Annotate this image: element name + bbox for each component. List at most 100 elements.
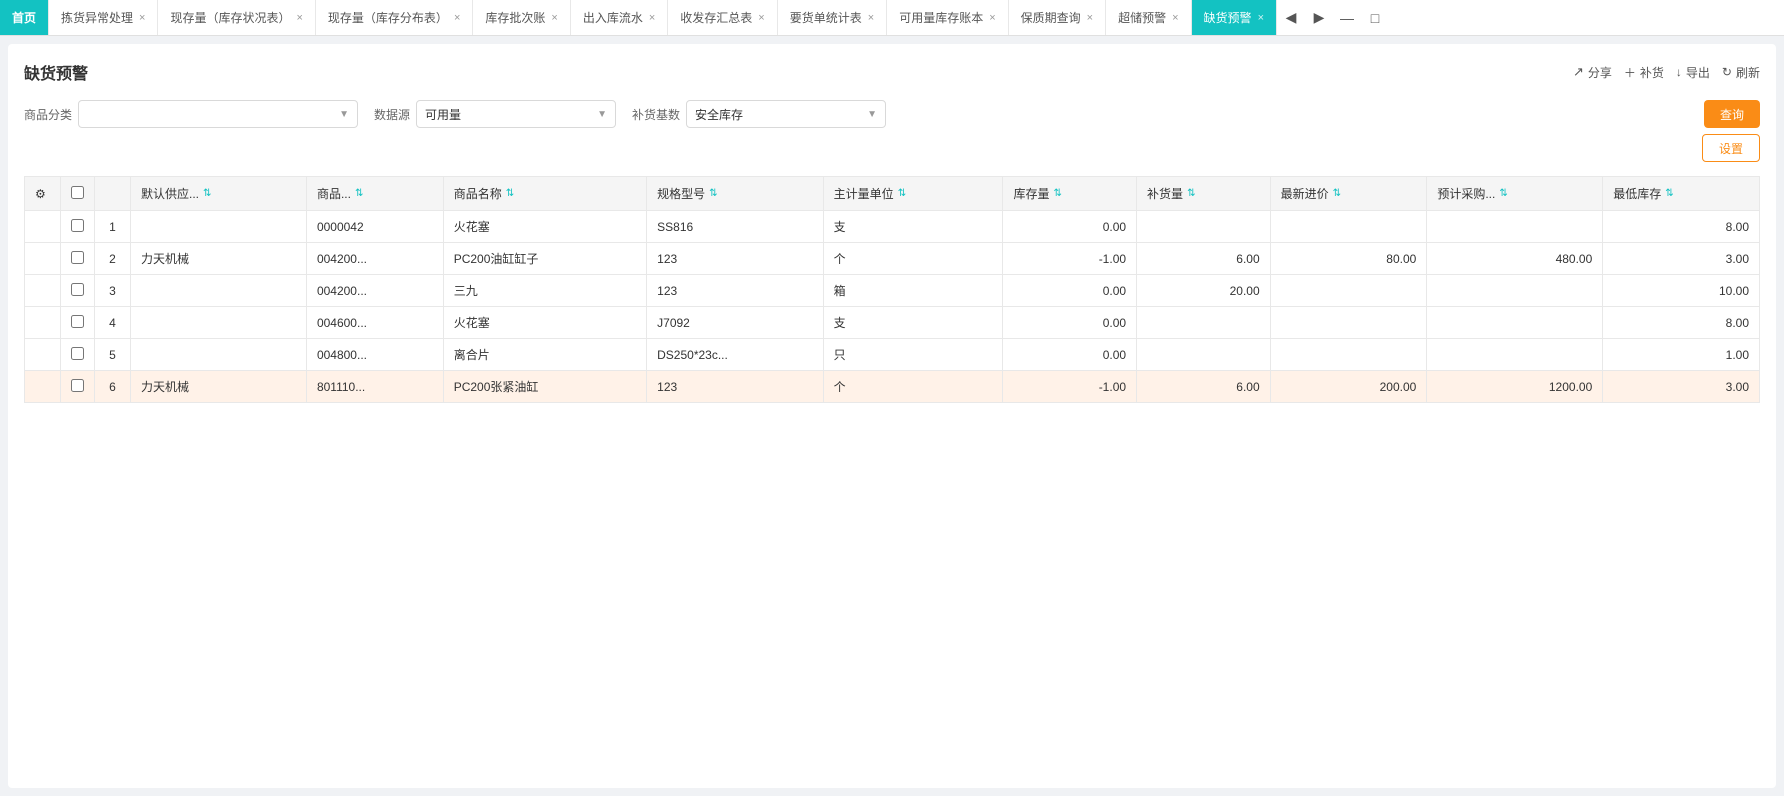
tab-inout-flow-label: 出入库流水: [583, 9, 643, 26]
th-unit-sort: ⇅: [898, 188, 906, 199]
tab-demand-stats[interactable]: 要货单统计表 ×: [778, 0, 887, 36]
row-checkbox-0[interactable]: [61, 211, 95, 243]
replenish-label: 补货: [1640, 64, 1664, 81]
row-checkbox-input-0[interactable]: [71, 219, 84, 232]
th-gear[interactable]: ⚙: [25, 177, 61, 211]
tab-home[interactable]: 首页: [0, 0, 49, 36]
filter-area: 商品分类 ▼ 数据源 可用量 ▼ 补货基数 安全库存 ▼ 查询 设置: [24, 100, 1760, 162]
row-stock-1: -1.00: [1003, 243, 1137, 275]
row-checkbox-input-3[interactable]: [71, 315, 84, 328]
table-header: ⚙ 默认供应... ⇅ 商品...: [25, 177, 1760, 211]
table-wrapper: ⚙ 默认供应... ⇅ 商品...: [24, 176, 1760, 403]
tab-available-ledger-close[interactable]: ×: [989, 12, 995, 24]
th-latest-price[interactable]: 最新进价 ⇅: [1270, 177, 1427, 211]
row-checkbox-2[interactable]: [61, 275, 95, 307]
row-checkbox-input-4[interactable]: [71, 347, 84, 360]
table-body: 1 0000042 火花塞 SS816 支 0.00 8.00 2 力天机械 0…: [25, 211, 1760, 403]
th-row-num: [95, 177, 131, 211]
tab-expiry-query[interactable]: 保质期查询 ×: [1009, 0, 1106, 36]
tab-inventory-status-close[interactable]: ×: [296, 12, 302, 24]
th-spec-label: 规格型号: [657, 185, 705, 202]
settings-button[interactable]: 设置: [1702, 134, 1760, 162]
row-spec-0: SS816: [647, 211, 824, 243]
tab-exception[interactable]: 拣货异常处理 ×: [49, 0, 158, 36]
row-gear-1: [25, 243, 61, 275]
tab-collect-summary[interactable]: 收发存汇总表 ×: [668, 0, 777, 36]
th-checkbox[interactable]: [61, 177, 95, 211]
row-latest-price-5: 200.00: [1270, 371, 1427, 403]
category-select[interactable]: ▼: [78, 100, 358, 128]
row-checkbox-input-1[interactable]: [71, 251, 84, 264]
row-checkbox-4[interactable]: [61, 339, 95, 371]
data-table: ⚙ 默认供应... ⇅ 商品...: [24, 176, 1760, 403]
tab-inventory-dist[interactable]: 现存量（库存分布表） ×: [316, 0, 473, 36]
data-source-select[interactable]: 可用量 ▼: [416, 100, 616, 128]
tab-expiry-query-close[interactable]: ×: [1087, 12, 1093, 24]
th-default-supplier-label: 默认供应...: [141, 185, 199, 202]
th-min-stock-label: 最低库存: [1613, 185, 1661, 202]
tab-demand-stats-close[interactable]: ×: [868, 12, 874, 24]
tab-shortage-close[interactable]: ×: [1258, 12, 1264, 24]
tab-maximize-btn[interactable]: □: [1361, 0, 1389, 36]
th-replenish-qty-label: 补货量: [1147, 185, 1183, 202]
row-latest-price-4: [1270, 339, 1427, 371]
row-unit-2: 箱: [823, 275, 1003, 307]
row-min-stock-4: 1.00: [1603, 339, 1760, 371]
select-all-checkbox[interactable]: [71, 186, 84, 199]
export-button[interactable]: ↓ 导出: [1676, 64, 1710, 81]
refresh-button[interactable]: ↻ 刷新: [1722, 64, 1760, 81]
th-replenish-qty-sort: ⇅: [1187, 188, 1195, 199]
row-name-2: 三九: [443, 275, 646, 307]
query-button[interactable]: 查询: [1704, 100, 1760, 128]
row-gear-3: [25, 307, 61, 339]
tab-overstock-close[interactable]: ×: [1172, 12, 1178, 24]
th-spec[interactable]: 规格型号 ⇅: [647, 177, 824, 211]
tab-batch-account-close[interactable]: ×: [551, 12, 557, 24]
row-checkbox-5[interactable]: [61, 371, 95, 403]
row-min-stock-3: 8.00: [1603, 307, 1760, 339]
replenish-base-select-value: 安全库存: [695, 106, 743, 123]
row-checkbox-1[interactable]: [61, 243, 95, 275]
category-filter-group: 商品分类 ▼: [24, 100, 358, 128]
row-replenish-qty-2: 20.00: [1137, 275, 1271, 307]
th-stock[interactable]: 库存量 ⇅: [1003, 177, 1137, 211]
row-unit-1: 个: [823, 243, 1003, 275]
replenish-base-select-arrow: ▼: [867, 109, 877, 120]
replenish-base-filter-label: 补货基数: [632, 106, 680, 123]
th-product-name[interactable]: 商品名称 ⇅: [443, 177, 646, 211]
row-checkbox-input-2[interactable]: [71, 283, 84, 296]
tab-home-label: 首页: [12, 9, 36, 26]
share-button[interactable]: ↗ 分享: [1573, 64, 1612, 81]
tab-inout-flow-close[interactable]: ×: [649, 12, 655, 24]
row-gear-4: [25, 339, 61, 371]
th-replenish-qty[interactable]: 补货量 ⇅: [1137, 177, 1271, 211]
replenish-button[interactable]: ＋ 补货: [1624, 64, 1664, 81]
row-stock-5: -1.00: [1003, 371, 1137, 403]
tab-batch-account[interactable]: 库存批次账 ×: [473, 0, 570, 36]
tab-inout-flow[interactable]: 出入库流水 ×: [571, 0, 668, 36]
refresh-icon: ↻: [1722, 65, 1732, 79]
row-spec-5: 123: [647, 371, 824, 403]
tab-overstock[interactable]: 超储预警 ×: [1106, 0, 1191, 36]
tab-next-btn[interactable]: ▶: [1305, 0, 1333, 36]
tab-available-ledger[interactable]: 可用量库存账本 ×: [887, 0, 1008, 36]
tab-inventory-status[interactable]: 现存量（库存状况表） ×: [158, 0, 315, 36]
export-label: 导出: [1686, 64, 1710, 81]
tab-prev-btn[interactable]: ◀: [1277, 0, 1305, 36]
tab-collect-summary-close[interactable]: ×: [758, 12, 764, 24]
tab-minimize-btn[interactable]: —: [1333, 0, 1361, 36]
row-num-1: 2: [95, 243, 131, 275]
th-estimated-purchase[interactable]: 预计采购... ⇅: [1427, 177, 1603, 211]
th-product-code[interactable]: 商品... ⇅: [306, 177, 443, 211]
tab-exception-close[interactable]: ×: [139, 12, 145, 24]
th-unit[interactable]: 主计量单位 ⇅: [823, 177, 1003, 211]
tab-inventory-dist-close[interactable]: ×: [454, 12, 460, 24]
replenish-base-select[interactable]: 安全库存 ▼: [686, 100, 886, 128]
th-min-stock[interactable]: 最低库存 ⇅: [1603, 177, 1760, 211]
row-checkbox-input-5[interactable]: [71, 379, 84, 392]
row-checkbox-3[interactable]: [61, 307, 95, 339]
th-default-supplier[interactable]: 默认供应... ⇅: [131, 177, 307, 211]
row-num-0: 1: [95, 211, 131, 243]
share-label: 分享: [1588, 64, 1612, 81]
tab-shortage[interactable]: 缺货预警 ×: [1192, 0, 1277, 36]
